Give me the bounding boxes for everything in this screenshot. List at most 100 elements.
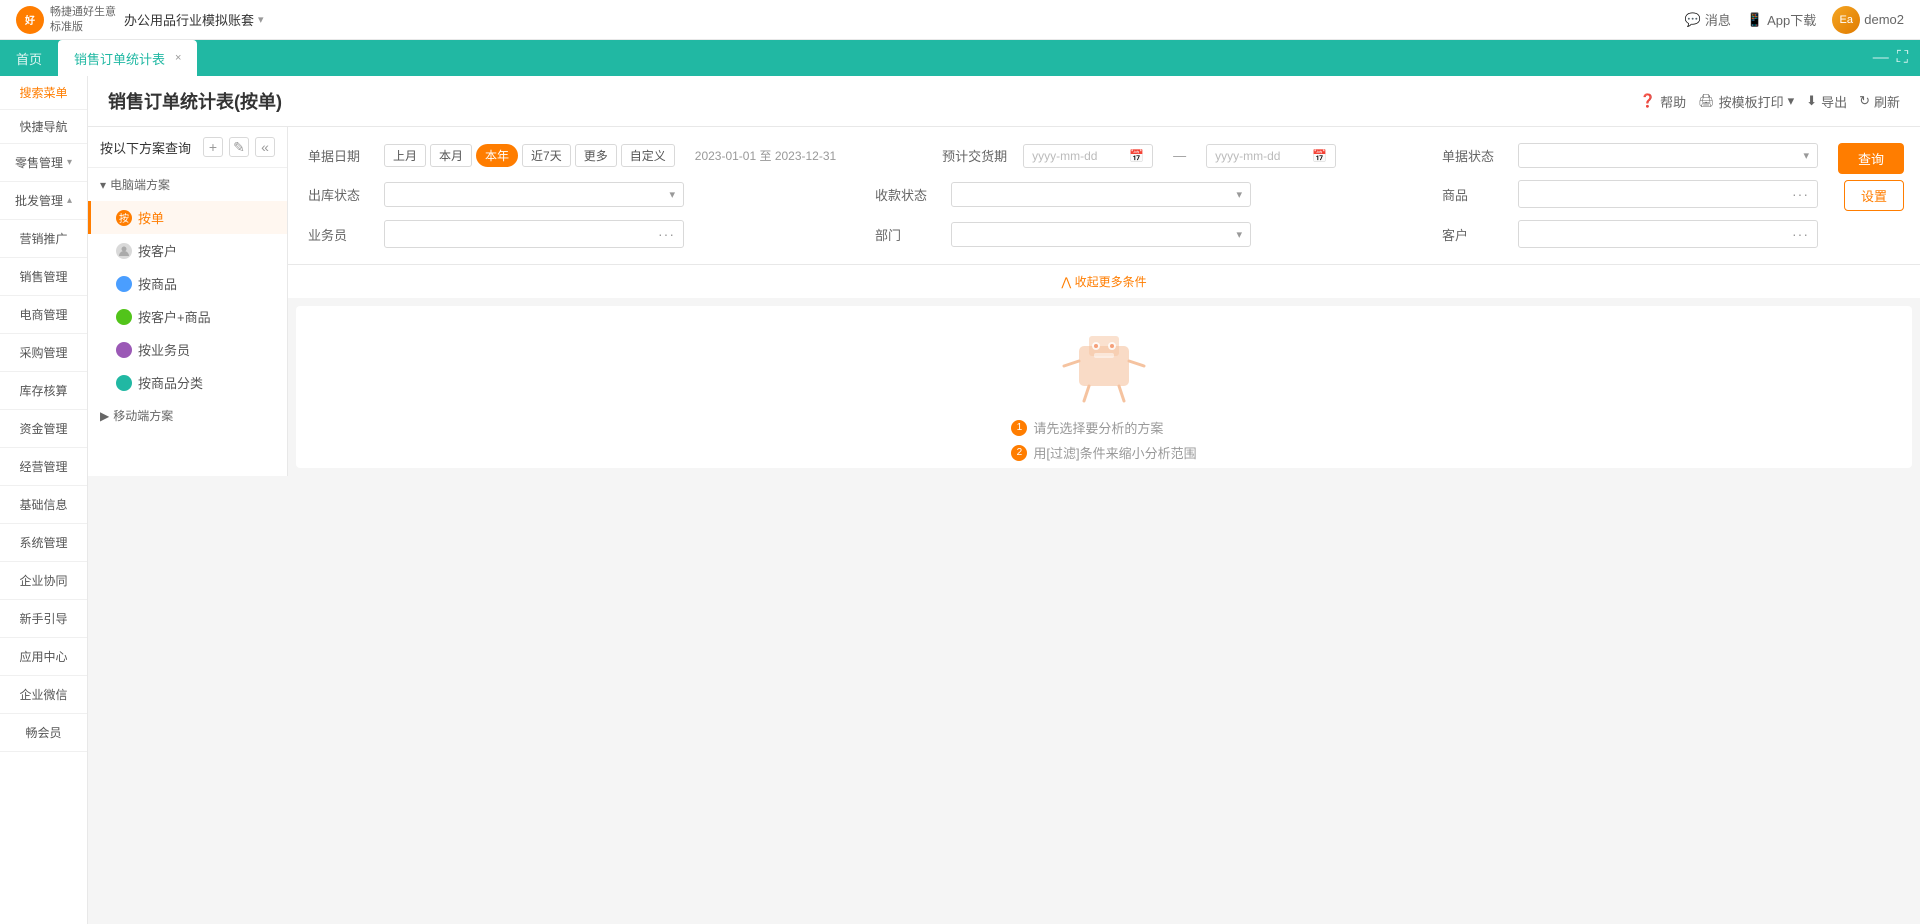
message-icon: 💬 bbox=[1685, 12, 1701, 28]
collapse-icon: ⋀ bbox=[1061, 275, 1074, 289]
top-bar-left: 好 畅捷通好生意 标准版 办公用品行业模拟账套 ▾ bbox=[16, 5, 264, 34]
scheme-item-by-category[interactable]: 按商品分类 bbox=[88, 366, 287, 399]
content-right: 单据日期 上月 本月 本年 近7天 更多 自定义 2023-01-01 至 20… bbox=[288, 127, 1920, 476]
sidebar-item-sales[interactable]: 销售管理 bbox=[0, 258, 87, 296]
sidebar-item-retail[interactable]: 零售管理 ▾ bbox=[0, 144, 87, 182]
salesperson-select[interactable]: ··· bbox=[384, 220, 684, 248]
date-btn-this-year[interactable]: 本年 bbox=[476, 144, 518, 167]
scheme-group-arrow-icon: ▾ bbox=[100, 178, 106, 192]
logo-area: 好 畅捷通好生意 标准版 bbox=[16, 5, 116, 34]
search-button[interactable]: 查询 bbox=[1838, 143, 1904, 174]
bill-status-select[interactable]: ▾ bbox=[1518, 143, 1818, 168]
date-btn-this-month[interactable]: 本月 bbox=[430, 144, 472, 167]
payment-status-select[interactable]: ▾ bbox=[951, 182, 1251, 207]
goods-dots-icon: ··· bbox=[1792, 186, 1809, 202]
scheme-item-by-order[interactable]: 按 按单 bbox=[88, 201, 287, 234]
sidebar-item-management[interactable]: 经营管理 bbox=[0, 448, 87, 486]
payment-status-label: 收款状态 bbox=[875, 185, 935, 204]
search-fields: 单据日期 上月 本月 本年 近7天 更多 自定义 2023-01-01 至 20… bbox=[288, 127, 1838, 264]
tip-num-2: 2 bbox=[1011, 445, 1027, 461]
scheme-item-by-salesperson[interactable]: 按业务员 bbox=[88, 333, 287, 366]
top-bar: 好 畅捷通好生意 标准版 办公用品行业模拟账套 ▾ 💬 消息 📱 App下载 E… bbox=[0, 0, 1920, 40]
avatar: Ea bbox=[1832, 6, 1860, 34]
date-btn-last-7days[interactable]: 近7天 bbox=[522, 144, 571, 167]
date-separator: — bbox=[1169, 148, 1190, 163]
download-icon: 📱 bbox=[1747, 12, 1763, 28]
export-btn[interactable]: ⬇ 导出 bbox=[1806, 92, 1847, 111]
customer-select[interactable]: ··· bbox=[1518, 220, 1818, 248]
tab-maximize-icon[interactable]: ⛶ bbox=[1897, 49, 1908, 67]
filter-row-1: 单据日期 上月 本月 本年 近7天 更多 自定义 2023-01-01 至 20… bbox=[308, 143, 1818, 168]
main-layout: 搜索菜单 快捷导航 零售管理 ▾ 批发管理 ▴ 营销推广 销售管理 电商管理 采… bbox=[0, 76, 1920, 924]
calendar-icon-start: 📅 bbox=[1129, 149, 1144, 163]
scheme-item-by-product[interactable]: 按商品 bbox=[88, 267, 287, 300]
sidebar-item-enterprise[interactable]: 企业协同 bbox=[0, 562, 87, 600]
goods-select[interactable]: ··· bbox=[1518, 180, 1818, 208]
sidebar-item-ecommerce[interactable]: 电商管理 bbox=[0, 296, 87, 334]
print-btn[interactable]: 🖨 按模板打印 ▾ bbox=[1698, 92, 1794, 111]
tab-close-icon[interactable]: × bbox=[175, 52, 181, 64]
sidebar-item-members[interactable]: 畅会员 bbox=[0, 714, 87, 752]
scheme-mobile-arrow-icon: ▶ bbox=[100, 409, 109, 423]
scheme-item-by-customer-product[interactable]: 按客户+商品 bbox=[88, 300, 287, 333]
date-btn-custom[interactable]: 自定义 bbox=[621, 144, 675, 167]
sidebar-item-guide[interactable]: 新手引导 bbox=[0, 600, 87, 638]
top-bar-right: 💬 消息 📱 App下载 Ea demo2 bbox=[1685, 6, 1904, 34]
help-btn[interactable]: ❓ 帮助 bbox=[1640, 92, 1686, 111]
empty-tip-1: 1 请先选择要分析的方案 bbox=[1011, 418, 1196, 437]
empty-illustration bbox=[1054, 306, 1154, 406]
date-range-text: 2023-01-01 至 2023-12-31 bbox=[695, 147, 836, 164]
sidebar-item-basic[interactable]: 基础信息 bbox=[0, 486, 87, 524]
scheme-group-desktop-title[interactable]: ▾ 电脑端方案 bbox=[88, 168, 287, 201]
sidebar-search[interactable]: 搜索菜单 bbox=[0, 76, 87, 110]
app-name: 畅捷通好生意 标准版 bbox=[50, 5, 116, 34]
right-btn-col: 查询 设置 bbox=[1838, 127, 1920, 227]
scheme-item-by-customer[interactable]: 按客户 bbox=[88, 234, 287, 267]
tab-minimize-icon[interactable]: — bbox=[1873, 49, 1889, 67]
sidebar-item-inventory[interactable]: 库存核算 bbox=[0, 372, 87, 410]
sidebar-item-finance[interactable]: 资金管理 bbox=[0, 410, 87, 448]
delivery-status-select[interactable]: ▾ bbox=[384, 182, 684, 207]
delivery-status-label: 出库状态 bbox=[308, 185, 368, 204]
department-select[interactable]: ▾ bbox=[951, 222, 1251, 247]
workspace-dropdown-icon: ▾ bbox=[258, 13, 264, 26]
sidebar-item-apps[interactable]: 应用中心 bbox=[0, 638, 87, 676]
workspace-selector[interactable]: 办公用品行业模拟账套 ▾ bbox=[124, 10, 264, 29]
sidebar-item-marketing[interactable]: 营销推广 bbox=[0, 220, 87, 258]
empty-tips: 1 请先选择要分析的方案 2 用[过滤]条件来缩小分析范围 bbox=[1011, 418, 1196, 468]
scheme-add-btn[interactable]: + bbox=[203, 137, 223, 157]
scheme-group-mobile-title[interactable]: ▶ 移动端方案 bbox=[88, 399, 287, 432]
content-area: 销售订单统计表(按单) ❓ 帮助 🖨 按模板打印 ▾ ⬇ 导出 ↻ 刷新 bbox=[88, 76, 1920, 924]
empty-state: 1 请先选择要分析的方案 2 用[过滤]条件来缩小分析范围 bbox=[296, 306, 1912, 468]
app-download-btn[interactable]: 📱 App下载 bbox=[1747, 10, 1816, 29]
collapse-bar[interactable]: ⋀ 收起更多条件 bbox=[288, 264, 1920, 298]
delivery-date-end[interactable]: yyyy-mm-dd 📅 bbox=[1206, 144, 1336, 168]
filter-row-3: 业务员 ··· 部门 ▾ bbox=[308, 220, 1818, 248]
message-btn[interactable]: 💬 消息 bbox=[1685, 10, 1731, 29]
scheme-collapse-btn[interactable]: « bbox=[255, 137, 275, 157]
scheme-icon-category bbox=[116, 375, 132, 391]
refresh-btn[interactable]: ↻ 刷新 bbox=[1859, 92, 1900, 111]
sidebar-item-purchase[interactable]: 采购管理 bbox=[0, 334, 87, 372]
sidebar-item-wechat[interactable]: 企业微信 bbox=[0, 676, 87, 714]
goods-label: 商品 bbox=[1442, 185, 1502, 204]
wholesale-arrow-icon: ▴ bbox=[67, 195, 72, 206]
scheme-edit-btn[interactable]: ✎ bbox=[229, 137, 249, 157]
delivery-status-caret-icon: ▾ bbox=[669, 188, 675, 201]
scheme-icon-customer-product bbox=[116, 309, 132, 325]
salesperson-dots-icon: ··· bbox=[658, 226, 675, 242]
tab-sales-order-stats[interactable]: 销售订单统计表 × bbox=[58, 40, 197, 76]
department-caret-icon: ▾ bbox=[1236, 228, 1242, 241]
tab-home[interactable]: 首页 bbox=[0, 40, 58, 76]
filter-section: 单据日期 上月 本月 本年 近7天 更多 自定义 2023-01-01 至 20… bbox=[288, 127, 1920, 298]
date-btn-more[interactable]: 更多 bbox=[575, 144, 617, 167]
user-btn[interactable]: Ea demo2 bbox=[1832, 6, 1904, 34]
date-btn-last-month[interactable]: 上月 bbox=[384, 144, 426, 167]
delivery-date-start[interactable]: yyyy-mm-dd 📅 bbox=[1023, 144, 1153, 168]
sidebar-item-wholesale[interactable]: 批发管理 ▴ bbox=[0, 182, 87, 220]
sidebar-quick-nav[interactable]: 快捷导航 bbox=[0, 110, 87, 144]
sidebar-item-system[interactable]: 系统管理 bbox=[0, 524, 87, 562]
setting-button[interactable]: 设置 bbox=[1844, 180, 1904, 211]
scheme-icon-product bbox=[116, 276, 132, 292]
scheme-icon-salesperson bbox=[116, 342, 132, 358]
